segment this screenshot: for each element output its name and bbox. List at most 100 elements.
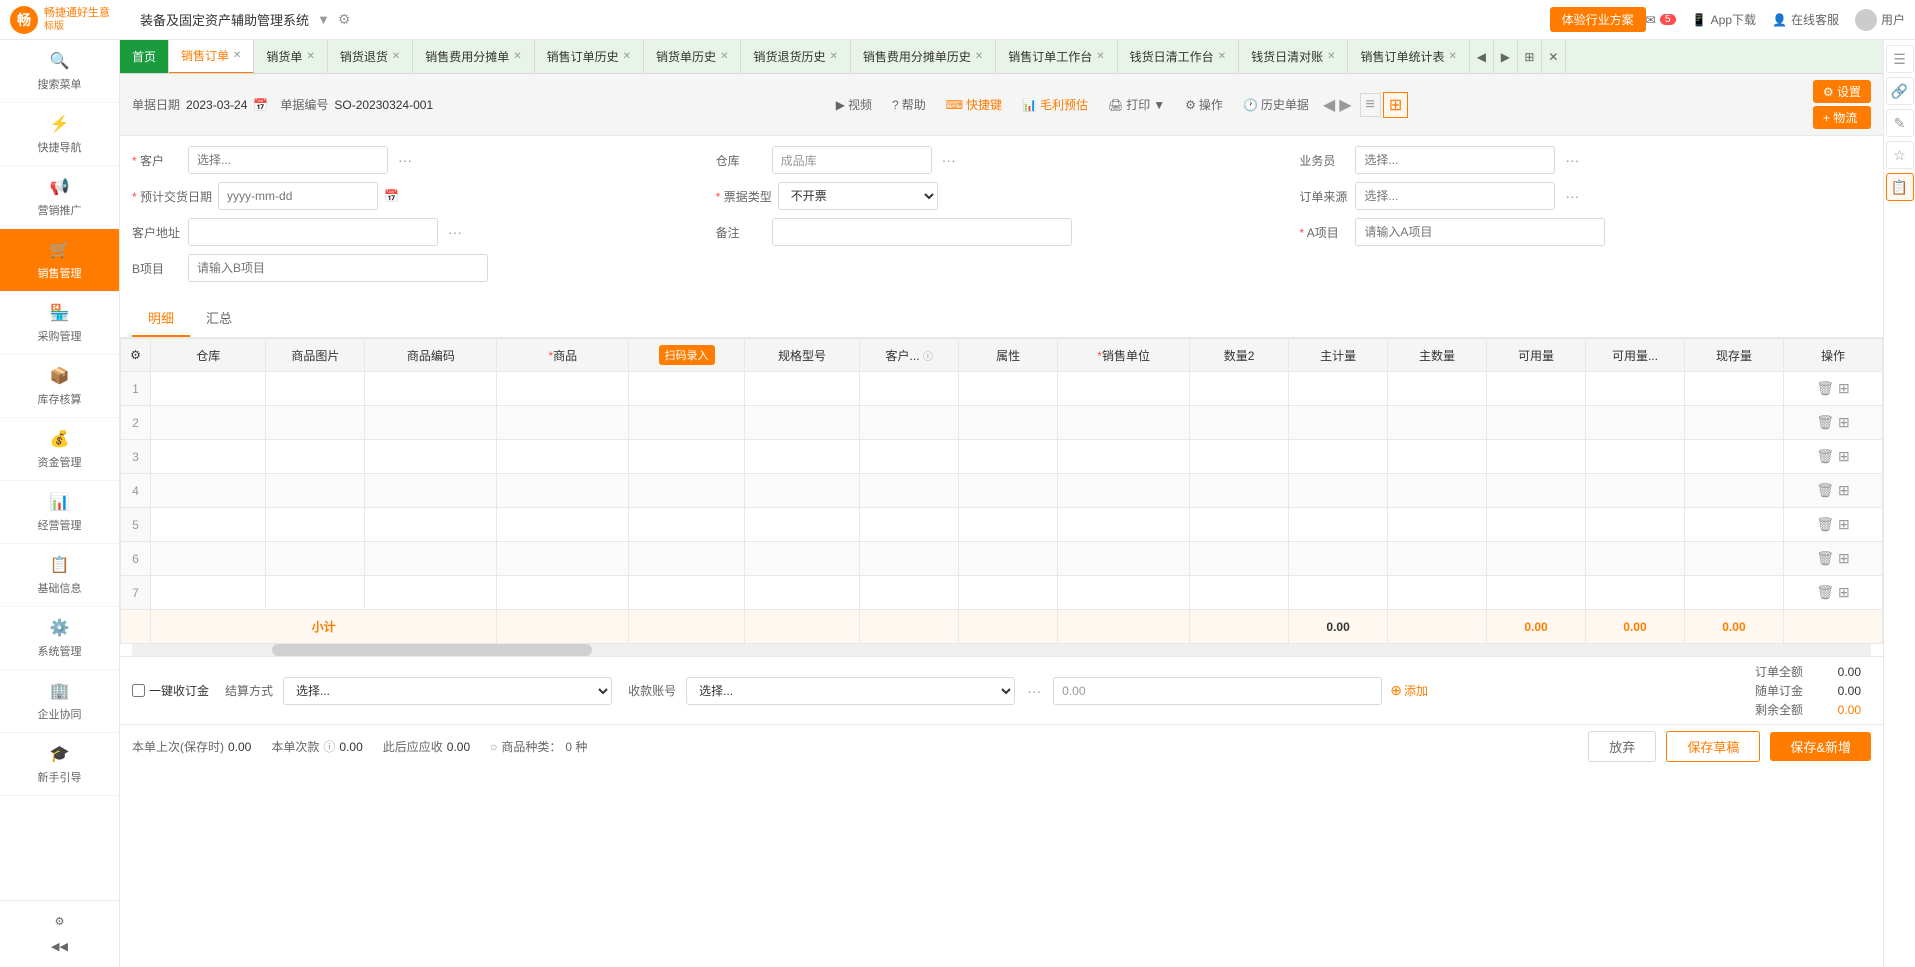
row-product-image-2[interactable] [266, 406, 365, 440]
row-available-qty-2[interactable] [1487, 406, 1586, 440]
tab-sales-order[interactable]: 销售订单 ✕ [169, 40, 254, 74]
tab-close-all-btn[interactable]: ✕ [1542, 40, 1566, 74]
row-product-code-2[interactable] [365, 406, 497, 440]
tab-close-cash-reconcile[interactable]: ✕ [1327, 51, 1335, 62]
profit-btn[interactable]: 📊 毛利预估 [1016, 94, 1094, 115]
order-source-dots-btn[interactable]: ··· [1561, 188, 1583, 204]
dropdown-icon[interactable]: ▼ [317, 12, 330, 27]
row-quantity2-1[interactable] [1190, 372, 1289, 406]
save-new-button[interactable]: 保存&新增 [1770, 732, 1871, 761]
message-icon-item[interactable]: ✉ 5 [1646, 13, 1676, 27]
sidebar-item-marketing[interactable]: 📢 营销推广 [0, 166, 119, 229]
tab-cash-reconcile[interactable]: 钱货日清对账 ✕ [1239, 40, 1348, 74]
row-copy-btn-2[interactable]: ⊞ [1838, 414, 1850, 431]
print-btn[interactable]: 🖨 打印 ▼ [1102, 94, 1171, 115]
tab-close-cash-daily[interactable]: ✕ [1218, 51, 1226, 62]
tab-close-sales-order[interactable]: ✕ [233, 50, 241, 61]
sidebar-item-quick-nav[interactable]: ⚡ 快捷导航 [0, 103, 119, 166]
row-copy-btn-4[interactable]: ⊞ [1838, 482, 1850, 499]
sidebar-collapse-btn[interactable]: ◀◀ [5, 934, 114, 959]
tab-close-sales-summary[interactable]: ✕ [1449, 51, 1457, 62]
next-record-btn[interactable]: ▶ [1339, 95, 1351, 115]
history-btn[interactable]: 🕐 历史单据 [1237, 94, 1315, 115]
right-panel-btn-1[interactable]: ☰ [1886, 45, 1914, 73]
row-delete-btn-7[interactable]: 🗑 [1816, 584, 1834, 601]
checkout-checkbox-input[interactable] [132, 684, 145, 697]
tab-close-sales-fee-history[interactable]: ✕ [975, 51, 983, 62]
notes-input[interactable] [772, 218, 1072, 246]
row-quantity2-2[interactable] [1190, 406, 1289, 440]
tab-next-btn[interactable]: ▶ [1494, 40, 1518, 74]
sidebar-item-purchase[interactable]: 🏪 采购管理 [0, 292, 119, 355]
save-draft-button[interactable]: 保存草稿 [1666, 731, 1760, 762]
scroll-thumb[interactable] [272, 644, 592, 656]
order-source-input[interactable] [1355, 182, 1555, 210]
tab-close-sales-return[interactable]: ✕ [306, 51, 314, 62]
tab-sales-refund[interactable]: 销货退货 ✕ [328, 40, 413, 74]
account-dots-btn[interactable]: ··· [1023, 683, 1045, 699]
row-warehouse-1[interactable] [151, 372, 266, 406]
warehouse-input[interactable] [772, 146, 932, 174]
row-copy-btn-6[interactable]: ⊞ [1838, 550, 1850, 567]
tab-home[interactable]: 首页 [120, 40, 169, 74]
row-customer-code-2[interactable] [860, 406, 959, 440]
operation-btn[interactable]: ⚙ 操作 [1179, 94, 1229, 115]
row-product-name-2[interactable] [497, 406, 629, 440]
sidebar-item-system[interactable]: ⚙️ 系统管理 [0, 607, 119, 670]
row-available-qty-1[interactable] [1487, 372, 1586, 406]
sidebar-item-basic-info[interactable]: 📋 基础信息 [0, 544, 119, 607]
sidebar-item-inventory[interactable]: 📦 库存核算 [0, 355, 119, 418]
settings-icon[interactable]: ⚙ [338, 11, 351, 28]
online-service-item[interactable]: 👤 在线客服 [1772, 11, 1839, 28]
customer-dots-btn[interactable]: ··· [394, 152, 416, 168]
tab-detail[interactable]: 明细 [132, 300, 190, 337]
row-main-qty-2[interactable] [1388, 406, 1487, 440]
tab-close-sales-fee[interactable]: ✕ [513, 51, 521, 62]
tab-sales-return-history[interactable]: 销货单历史 ✕ [644, 40, 741, 74]
row-main-unit-2[interactable] [1289, 406, 1388, 440]
row-sales-unit-2[interactable] [1058, 406, 1190, 440]
row-delete-btn-2[interactable]: 🗑 [1816, 414, 1834, 431]
sidebar-item-search[interactable]: 🔍 搜索菜单 [0, 40, 119, 103]
warehouse-dots-btn[interactable]: ··· [938, 152, 960, 168]
b-project-input[interactable] [188, 254, 488, 282]
sidebar-item-sales[interactable]: 🛒 销售管理 [0, 229, 119, 292]
tab-summary[interactable]: 汇总 [190, 300, 248, 337]
sidebar-settings-btn[interactable]: ⚙ [5, 909, 114, 934]
row-warehouse-3[interactable] [151, 440, 266, 474]
row-delete-btn-3[interactable]: 🗑 [1816, 448, 1834, 465]
tab-sales-order-workbench[interactable]: 销售订单工作台 ✕ [996, 40, 1117, 74]
row-attributes-2[interactable] [959, 406, 1058, 440]
help-btn[interactable]: ? 帮助 [886, 94, 932, 115]
print-dropdown-icon[interactable]: ▼ [1153, 98, 1165, 112]
grid-view-btn[interactable]: ⊞ [1383, 92, 1408, 118]
payment-method-select[interactable]: 选择... [283, 677, 612, 705]
tab-sales-order-history[interactable]: 销售订单历史 ✕ [535, 40, 644, 74]
row-product-name-1[interactable] [497, 372, 629, 406]
app-download-item[interactable]: 📱 App下载 [1692, 11, 1756, 28]
row-copy-btn-1[interactable]: ⊞ [1838, 380, 1850, 397]
one-click-checkout-checkbox[interactable]: 一键收订金 [132, 682, 209, 699]
horizontal-scrollbar[interactable] [132, 644, 1871, 656]
tab-close-sales-refund[interactable]: ✕ [392, 51, 400, 62]
discard-button[interactable]: 放弃 [1588, 731, 1656, 762]
sidebar-item-finance[interactable]: 💰 资金管理 [0, 418, 119, 481]
add-item-button[interactable]: + 物流 [1813, 106, 1871, 129]
tab-sales-fee[interactable]: 销售费用分摊单 ✕ [413, 40, 534, 74]
row-product-code-1[interactable] [365, 372, 497, 406]
tab-close-sales-refund-history[interactable]: ✕ [829, 51, 837, 62]
row-warehouse-2[interactable] [151, 406, 266, 440]
delivery-calendar-icon[interactable]: 📅 [384, 189, 399, 203]
tab-sales-return[interactable]: 销货单 ✕ [254, 40, 327, 74]
row-available-qty2-2[interactable] [1586, 406, 1685, 440]
tab-more-btn[interactable]: ⊞ [1518, 40, 1542, 74]
row-stock-qty-2[interactable] [1684, 406, 1783, 440]
prev-record-btn[interactable]: ◀ [1323, 95, 1335, 115]
row-copy-btn-5[interactable]: ⊞ [1838, 516, 1850, 533]
tab-sales-summary[interactable]: 销售订单统计表 ✕ [1348, 40, 1469, 74]
row-delete-btn-5[interactable]: 🗑 [1816, 516, 1834, 533]
row-customer-code-1[interactable] [860, 372, 959, 406]
row-available-qty2-1[interactable] [1586, 372, 1685, 406]
tab-sales-refund-history[interactable]: 销货退货历史 ✕ [741, 40, 850, 74]
tab-cash-daily[interactable]: 钱货日清工作台 ✕ [1118, 40, 1239, 74]
